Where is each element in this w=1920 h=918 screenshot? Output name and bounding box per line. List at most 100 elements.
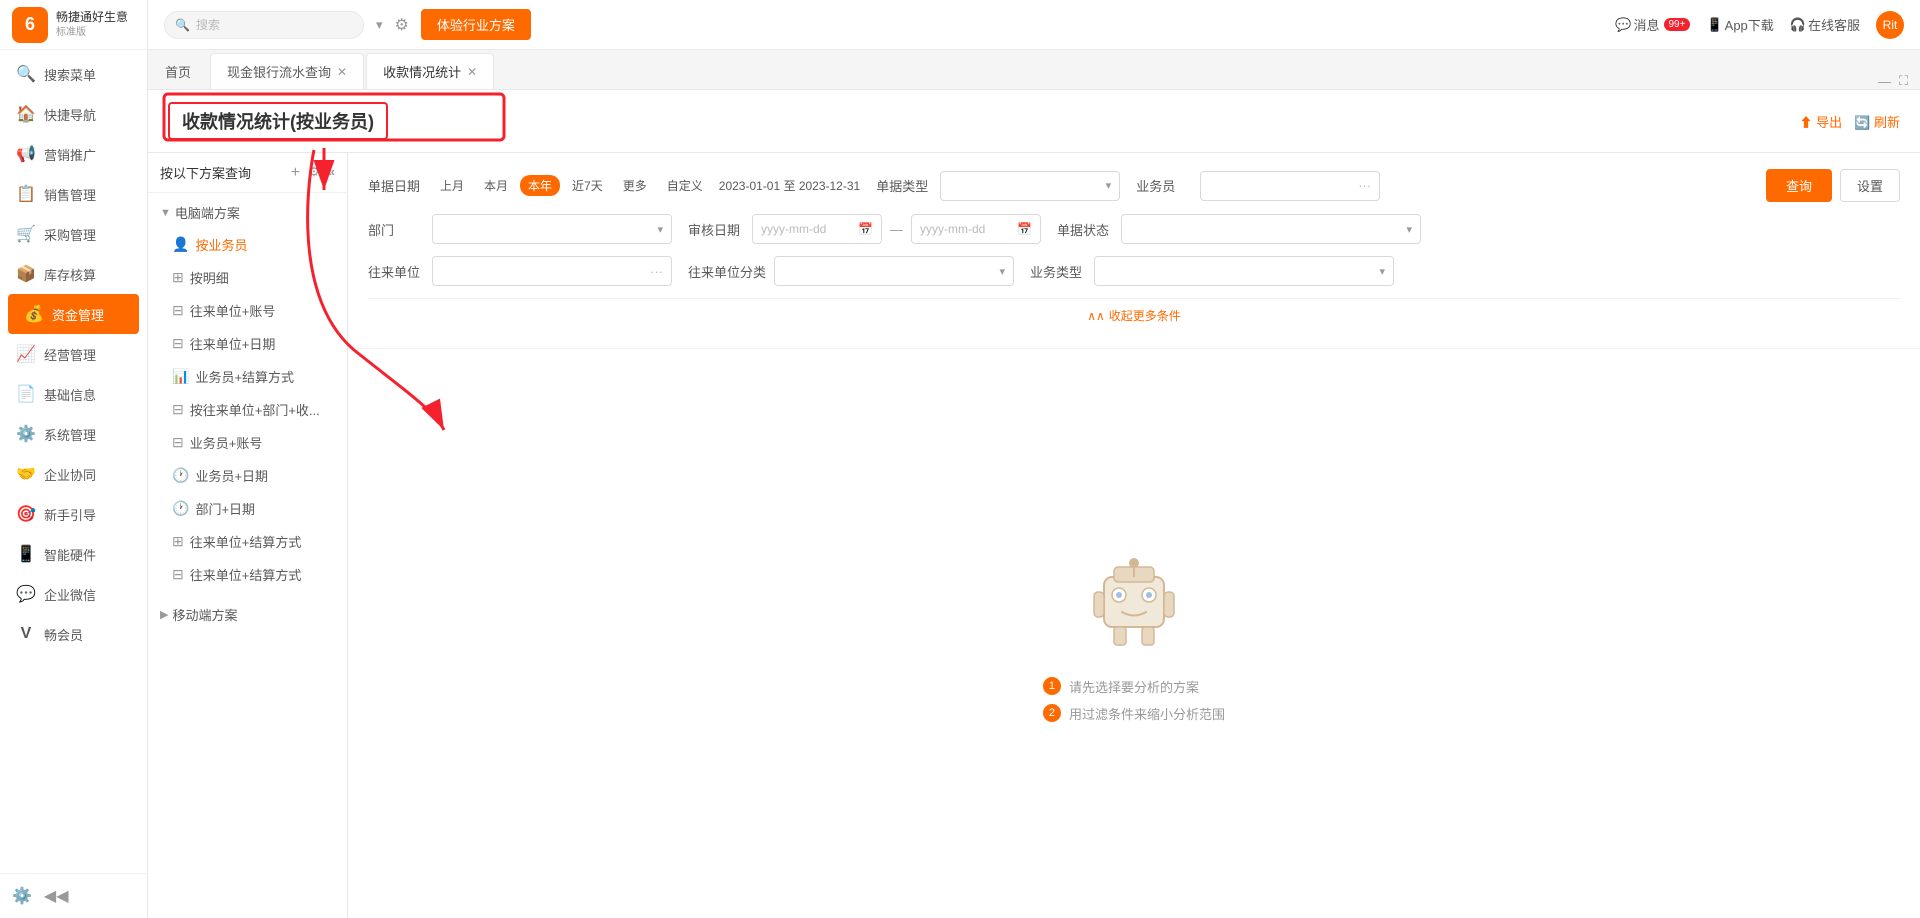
collapse-bar[interactable]: ∧∧ 收起更多条件 xyxy=(368,298,1900,332)
filter-area: 单据日期 上月 本月 本年 近7天 更多 自定义 2023-01-01 至 20… xyxy=(348,153,1920,349)
scheme-item-partner-settle-1[interactable]: ⊞ 往来单位+结算方式 xyxy=(148,525,347,558)
tab-home[interactable]: 首页 xyxy=(148,53,208,89)
sidebar-label-member: 畅会员 xyxy=(44,625,83,644)
date-btn-this-month[interactable]: 本月 xyxy=(476,175,516,196)
date-btn-more[interactable]: 更多 xyxy=(615,175,655,196)
search-box[interactable]: 🔍 搜索 xyxy=(164,11,364,39)
partner-category-filter: 往来单位分类 ▾ xyxy=(688,256,1014,286)
sidebar-item-guide[interactable]: 🎯 新手引导 xyxy=(0,494,147,534)
tab-maximize-icon[interactable]: ⛶ xyxy=(1899,73,1908,89)
tab-controls: — ⛶ xyxy=(1866,73,1920,89)
tab-receipt[interactable]: 收款情况统计 ✕ xyxy=(366,53,494,89)
page-header: 收款情况统计(按业务员) ⬆ 导出 🔄 刷新 xyxy=(148,90,1920,153)
add-scheme-btn[interactable]: + xyxy=(291,164,300,182)
gear-icon[interactable]: ⚙ xyxy=(395,15,409,35)
query-btn[interactable]: 查询 xyxy=(1766,169,1832,202)
biztype-select[interactable]: ▾ xyxy=(1094,256,1394,286)
audit-date-from[interactable]: yyyy-mm-dd 📅 xyxy=(752,214,882,244)
sidebar-item-sales[interactable]: 📋 销售管理 xyxy=(0,174,147,214)
date-separator: — xyxy=(890,222,903,237)
salesman-select[interactable]: ··· xyxy=(1200,171,1380,201)
scheme-item-salesman-account[interactable]: ⊟ 业务员+账号 xyxy=(148,426,347,459)
sidebar-item-hardware[interactable]: 📱 智能硬件 xyxy=(0,534,147,574)
message-btn[interactable]: 💬 消息 99+ xyxy=(1615,15,1690,34)
refresh-btn[interactable]: 🔄 刷新 xyxy=(1854,112,1900,131)
pc-scheme-label: 电脑端方案 xyxy=(175,203,240,222)
scheme-item-detail[interactable]: ⊞ 按明细 xyxy=(148,261,347,294)
tab-receipt-close[interactable]: ✕ xyxy=(467,65,477,79)
sidebar-label-finance: 资金管理 xyxy=(52,305,104,324)
sidebar-label-wechat: 企业微信 xyxy=(44,585,96,604)
dropdown-arrow[interactable]: ▾ xyxy=(376,17,383,33)
user-btn[interactable]: Rit xyxy=(1876,11,1904,39)
user-icon: 👤 xyxy=(172,236,189,253)
sidebar-item-inventory[interactable]: 📦 库存核算 xyxy=(0,254,147,294)
table-icon-2: ⊟ xyxy=(172,401,184,418)
home-icon: 🏠 xyxy=(16,104,36,124)
mobile-scheme-arrow: ▶ xyxy=(160,608,168,621)
right-panel: 单据日期 上月 本月 本年 近7天 更多 自定义 2023-01-01 至 20… xyxy=(348,153,1920,918)
export-btn[interactable]: ⬆ 导出 xyxy=(1800,112,1843,131)
partner-select[interactable]: ··· xyxy=(432,256,672,286)
sidebar-item-system[interactable]: ⚙️ 系统管理 xyxy=(0,414,147,454)
tab-minimize-icon[interactable]: — xyxy=(1878,74,1891,89)
sidebar-label-operation: 经营管理 xyxy=(44,345,96,364)
sidebar-item-wechat[interactable]: 💬 企业微信 xyxy=(0,574,147,614)
mobile-scheme-group: ▶ 移动端方案 xyxy=(148,595,347,634)
scheme-item-dept-date[interactable]: 🕐 部门+日期 xyxy=(148,492,347,525)
date-btn-last-month[interactable]: 上月 xyxy=(432,175,472,196)
sidebar-item-finance[interactable]: 💰 资金管理 xyxy=(8,294,139,334)
dept-filter: 部门 ▾ xyxy=(368,214,672,244)
date-btn-custom[interactable]: 自定义 xyxy=(659,175,711,196)
settings-bottom-icon[interactable]: ⚙️ xyxy=(12,886,32,906)
date-btn-7days[interactable]: 近7天 xyxy=(564,175,611,196)
sidebar-item-member[interactable]: V 畅会员 xyxy=(0,614,147,654)
sidebar-item-operation[interactable]: 📈 经营管理 xyxy=(0,334,147,374)
table-icon-3: ⊟ xyxy=(172,434,184,451)
scheme-item-label-7: 业务员+日期 xyxy=(195,466,268,485)
setting-btn[interactable]: 设置 xyxy=(1840,169,1900,202)
export-label: 导出 xyxy=(1816,115,1842,130)
sidebar-item-search[interactable]: 🔍 搜索菜单 xyxy=(0,54,147,94)
partner-label: 往来单位 xyxy=(368,262,424,281)
partner-category-select[interactable]: ▾ xyxy=(774,256,1014,286)
collapse-icon[interactable]: ◀◀ xyxy=(44,886,69,906)
tab-cashflow[interactable]: 现金银行流水查询 ✕ xyxy=(210,53,364,89)
docstatus-select[interactable]: ▾ xyxy=(1121,214,1421,244)
scheme-item-partner-settle-2[interactable]: ⊟ 往来单位+结算方式 xyxy=(148,558,347,591)
panel-header-icons: + ⚙ « xyxy=(291,164,335,182)
scheme-item-salesman-date[interactable]: 🕐 业务员+日期 xyxy=(148,459,347,492)
sidebar-item-purchase[interactable]: 🛒 采购管理 xyxy=(0,214,147,254)
purchase-icon: 🛒 xyxy=(16,224,36,244)
logo-text: 畅捷通好生意 标准版 xyxy=(56,10,128,39)
scheme-item-partner-account[interactable]: ⊟ 往来单位+账号 xyxy=(148,294,347,327)
dept-select[interactable]: ▾ xyxy=(432,214,672,244)
scheme-item-salesman[interactable]: 👤 按业务员 xyxy=(148,228,347,261)
scheme-item-partner-dept[interactable]: ⊟ 按往来单位+部门+收... xyxy=(148,393,347,426)
pc-scheme-title[interactable]: ▼ 电脑端方案 xyxy=(148,197,347,228)
doctype-select[interactable]: ▾ xyxy=(940,171,1120,201)
search-icon: 🔍 xyxy=(16,64,36,84)
hardware-icon: 📱 xyxy=(16,544,36,564)
topbar: 🔍 搜索 ▾ ⚙ 体验行业方案 💬 消息 99+ 📱 App下载 🎧 在线客服 … xyxy=(148,0,1920,50)
collapse-panel-btn[interactable]: « xyxy=(328,164,335,182)
mobile-scheme-title[interactable]: ▶ 移动端方案 xyxy=(148,599,347,630)
sidebar-label-sales: 销售管理 xyxy=(44,185,96,204)
grid-icon-1: ⊞ xyxy=(172,533,184,550)
setting-scheme-btn[interactable]: ⚙ xyxy=(308,164,320,182)
audit-date-to[interactable]: yyyy-mm-dd 📅 xyxy=(911,214,1041,244)
sidebar-nav: 🔍 搜索菜单 🏠 快捷导航 📢 营销推广 📋 销售管理 🛒 采购管理 📦 库存核… xyxy=(0,50,147,873)
scheme-item-label-1: 按明细 xyxy=(190,268,229,287)
scheme-item-partner-date[interactable]: ⊟ 往来单位+日期 xyxy=(148,327,347,360)
date-btn-this-year[interactable]: 本年 xyxy=(520,175,560,196)
sidebar-item-company[interactable]: 🤝 企业协同 xyxy=(0,454,147,494)
tab-cashflow-close[interactable]: ✕ xyxy=(337,65,347,79)
date-range-display: 2023-01-01 至 2023-12-31 xyxy=(719,177,860,194)
sidebar-item-marketing[interactable]: 📢 营销推广 xyxy=(0,134,147,174)
sidebar-item-basic[interactable]: 📄 基础信息 xyxy=(0,374,147,414)
trial-btn[interactable]: 体验行业方案 xyxy=(421,9,531,40)
sidebar-item-quicknav[interactable]: 🏠 快捷导航 xyxy=(0,94,147,134)
scheme-item-salesman-settle[interactable]: 📊 业务员+结算方式 xyxy=(148,360,347,393)
service-btn[interactable]: 🎧 在线客服 xyxy=(1790,15,1860,34)
app-download-btn[interactable]: 📱 App下载 xyxy=(1706,15,1773,34)
